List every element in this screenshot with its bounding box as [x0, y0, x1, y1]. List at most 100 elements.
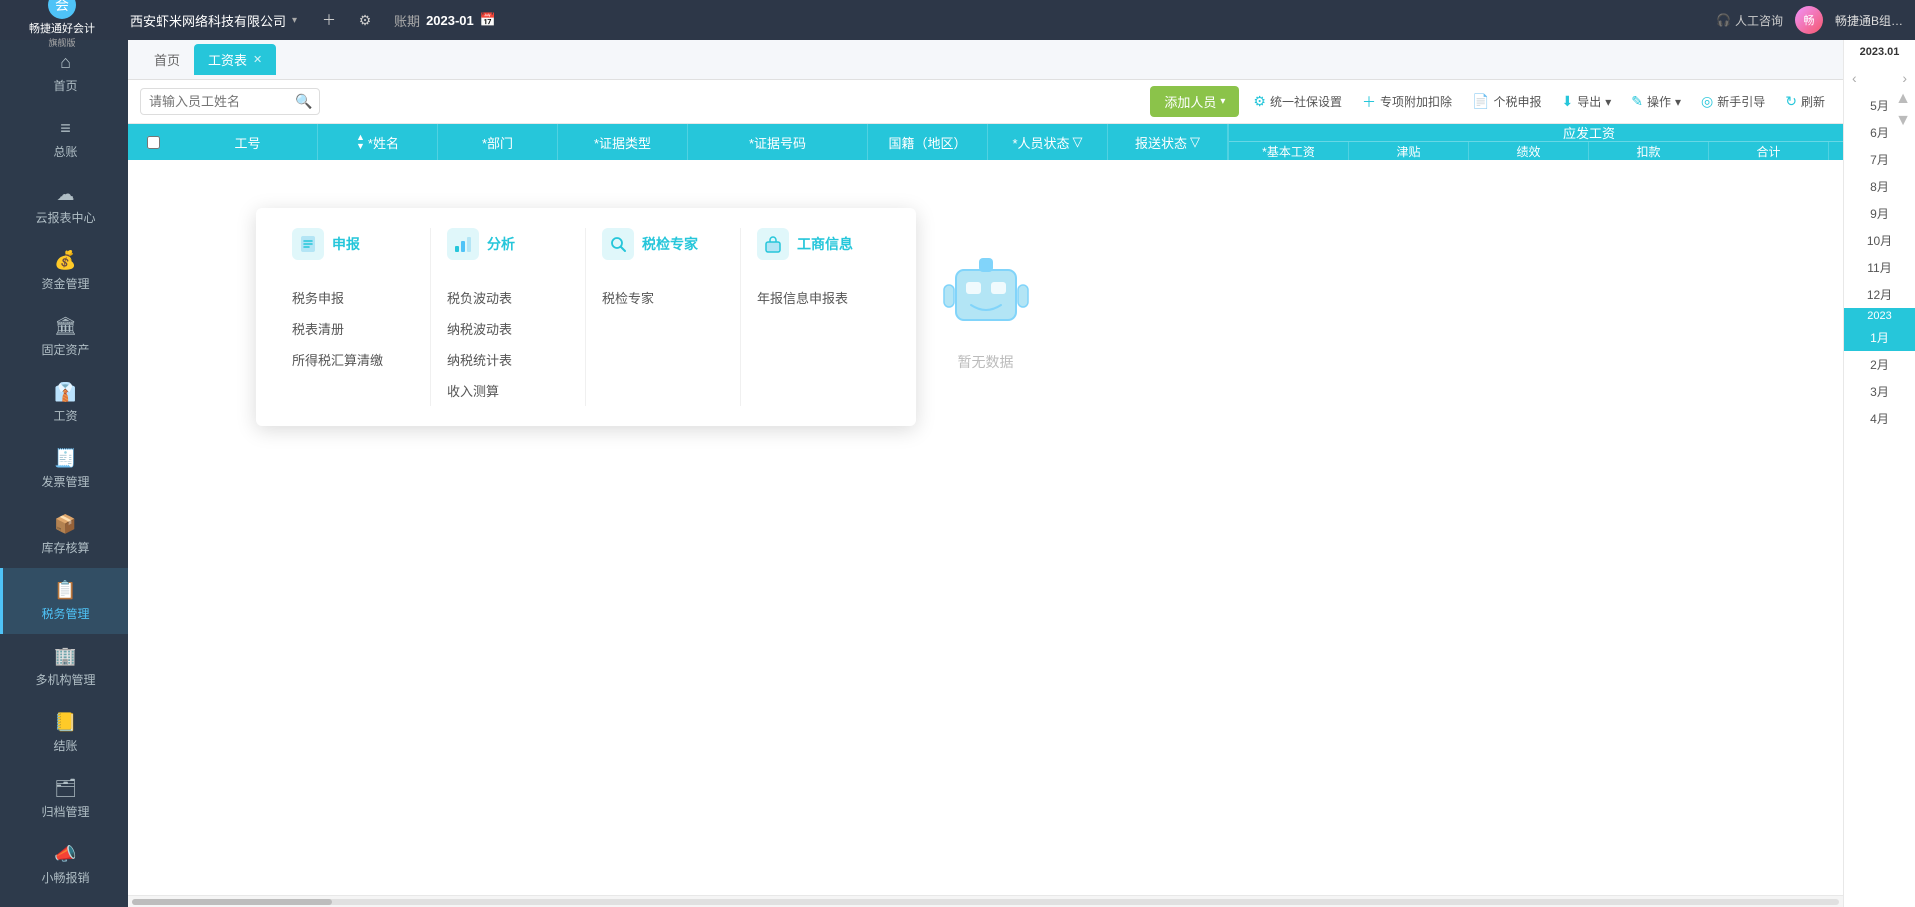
menu-item-tax-burden[interactable]: 税负波动表 [447, 282, 569, 313]
analyze-section-title: 分析 [487, 234, 515, 254]
calendar-year-badge: 2023 [1844, 308, 1915, 324]
sidebar-item-tax[interactable]: 📋 税务管理 [0, 568, 128, 634]
sidebar-item-salary[interactable]: 👔 工资 [0, 370, 128, 436]
calendar-month-4[interactable]: 4月 [1844, 405, 1915, 432]
no-data-illustration [936, 240, 1036, 352]
declare-section-icon [292, 228, 324, 260]
scroll-track [132, 899, 1839, 905]
menu-section-analyze: 分析 税负波动表 纳税波动表 纳税统计表 收入测算 [431, 228, 586, 406]
menu-item-tax-stats[interactable]: 纳税统计表 [447, 344, 569, 375]
toolbar: 🔍 添加人员 ▾ ⚙ 统一社保设置 ＋ 专项附加扣除 📄 个税申报 [128, 80, 1843, 124]
header-actions: ＋ ⚙ [315, 6, 379, 34]
tax-report-button[interactable]: 📄 个税申报 [1466, 89, 1547, 114]
menu-item-tax-declare[interactable]: 税务申报 [292, 282, 414, 313]
calendar-month-11[interactable]: 11月 [1844, 254, 1915, 281]
user-name[interactable]: 畅捷通B组… [1835, 12, 1903, 29]
sidebar-item-home[interactable]: ⌂ 首页 [0, 40, 128, 106]
sidebar-item-close-account[interactable]: 📒 结账 [0, 700, 128, 766]
menu-item-tax-fluctuation[interactable]: 纳税波动表 [447, 313, 569, 344]
menu-section-analyze-header: 分析 [447, 228, 569, 268]
tab-salary[interactable]: 工资表 ✕ [194, 44, 276, 75]
tax-report-icon: 📄 [1472, 93, 1489, 110]
menu-item-annual-report[interactable]: 年报信息申报表 [757, 282, 880, 313]
social-security-button[interactable]: ⚙ 统一社保设置 [1247, 89, 1348, 114]
customer-service-label: 人工咨询 [1735, 12, 1783, 29]
calendar-month-10[interactable]: 10月 [1844, 227, 1915, 254]
tab-close-icon[interactable]: ✕ [253, 53, 262, 66]
th-report-label: 报送状态 [1135, 133, 1187, 152]
calendar-month-2[interactable]: 2月 [1844, 351, 1915, 378]
refresh-button[interactable]: ↻ 刷新 [1779, 89, 1831, 114]
search-icon: 🔍 [295, 93, 312, 110]
calendar-month-3[interactable]: 3月 [1844, 378, 1915, 405]
guide-action-icon: ◎ [1701, 93, 1713, 110]
th-name-label: *姓名 [368, 133, 399, 152]
calendar-month-12[interactable]: 12月 [1844, 281, 1915, 308]
settings-icon[interactable]: ⚙ [351, 6, 379, 34]
calendar-up-arrow[interactable]: ▲ [1895, 90, 1911, 108]
menu-item-income-tax[interactable]: 所得税汇算清缴 [292, 344, 414, 375]
customer-service-button[interactable]: 🎧 人工咨询 [1716, 12, 1783, 29]
tax-dropdown-menu: 申报 税务申报 税表清册 所得税汇算清缴 [256, 208, 916, 426]
social-security-label: 统一社保设置 [1270, 93, 1342, 110]
add-company-button[interactable]: ＋ [315, 6, 343, 34]
sidebar-item-fixed-assets[interactable]: 🏛 固定资产 [0, 304, 128, 370]
bottom-scrollbar[interactable] [128, 895, 1843, 907]
table-header: 工号 ▲▼ *姓名 *部门 *证据类型 *证据号 [128, 124, 1843, 160]
th-deduction: 扣款 [1589, 142, 1709, 160]
menu-section-business-header: 工商信息 [757, 228, 880, 268]
menu-section-declare-header: 申报 [292, 228, 414, 268]
menu-item-tax-list[interactable]: 税表清册 [292, 313, 414, 344]
th-report[interactable]: 报送状态 ▽ [1108, 124, 1228, 160]
calendar-month-1[interactable]: 1月 [1844, 324, 1915, 351]
menu-section-business: 工商信息 年报信息申报表 [741, 228, 896, 406]
sidebar-item-fund[interactable]: 💰 资金管理 [0, 238, 128, 304]
expense-icon: 📣 [54, 844, 76, 865]
sidebar-item-invoice[interactable]: 🧾 发票管理 [0, 436, 128, 502]
calendar-next-button[interactable]: › [1898, 68, 1911, 88]
ledger-icon: ≡ [60, 118, 71, 139]
menu-item-income-estimate[interactable]: 收入测算 [447, 375, 569, 406]
company-selector[interactable]: 西安虾米网络科技有限公司 ▾ [122, 7, 305, 34]
guide-label: 新手引导 [1717, 93, 1765, 110]
sidebar-item-expense[interactable]: 📣 小畅报销 [0, 832, 128, 898]
scroll-thumb[interactable] [132, 899, 332, 905]
period-label: 账期 [394, 11, 420, 30]
calendar-down-arrow[interactable]: ▼ [1895, 112, 1911, 130]
calendar-month-9[interactable]: 9月 [1844, 200, 1915, 227]
sidebar-item-inventory[interactable]: 📦 库存核算 [0, 502, 128, 568]
select-all-input[interactable] [147, 136, 160, 149]
calendar-month-8[interactable]: 8月 [1844, 173, 1915, 200]
add-person-button[interactable]: 添加人员 ▾ [1150, 86, 1239, 117]
search-input[interactable] [149, 94, 289, 109]
calendar-prev-button[interactable]: ‹ [1848, 68, 1861, 88]
tab-bar: 首页 工资表 ✕ [128, 40, 1843, 80]
sidebar-item-archive[interactable]: 🗂 归档管理 [0, 766, 128, 832]
sidebar-item-ledger[interactable]: ≡ 总账 [0, 106, 128, 172]
special-deduction-button[interactable]: ＋ 专项附加扣除 [1356, 88, 1458, 116]
menu-item-tax-expert[interactable]: 税检专家 [602, 282, 724, 313]
sidebar-item-multi-org[interactable]: 🏢 多机构管理 [0, 634, 128, 700]
sidebar-item-cloud-report[interactable]: ☁ 云报表中心 [0, 172, 128, 238]
business-section-icon [757, 228, 789, 260]
salary-sub-headers: *基本工资 津贴 绩效 扣款 合计 养老费 [1229, 142, 1843, 160]
assets-icon: 🏛 [54, 316, 77, 337]
operation-button[interactable]: ✎ 操作 ▾ [1625, 89, 1687, 114]
th-status[interactable]: *人员状态 ▽ [988, 124, 1108, 160]
calendar-icon[interactable]: 📅 [480, 12, 496, 28]
tax-report-label: 个税申报 [1493, 93, 1541, 110]
declare-section-title: 申报 [332, 234, 360, 254]
sidebar-item-settings[interactable]: ⚙ 基础设置 [0, 898, 128, 907]
export-button[interactable]: ⬇ 导出 ▾ [1555, 89, 1617, 114]
select-all-checkbox[interactable] [128, 136, 178, 149]
refresh-icon: ↻ [1785, 93, 1797, 110]
calendar-month-7[interactable]: 7月 [1844, 146, 1915, 173]
tab-home[interactable]: 首页 [140, 44, 194, 75]
calendar-period-header: 2023.01 [1856, 40, 1904, 64]
guide-button[interactable]: ◎ 新手引导 [1695, 89, 1771, 114]
th-name[interactable]: ▲▼ *姓名 [318, 124, 438, 160]
menu-section-declare: 申报 税务申报 税表清册 所得税汇算清缴 [276, 228, 431, 406]
multi-org-icon: 🏢 [54, 646, 76, 667]
operation-icon: ✎ [1631, 93, 1643, 110]
th-pension: 养老费 [1829, 142, 1843, 160]
